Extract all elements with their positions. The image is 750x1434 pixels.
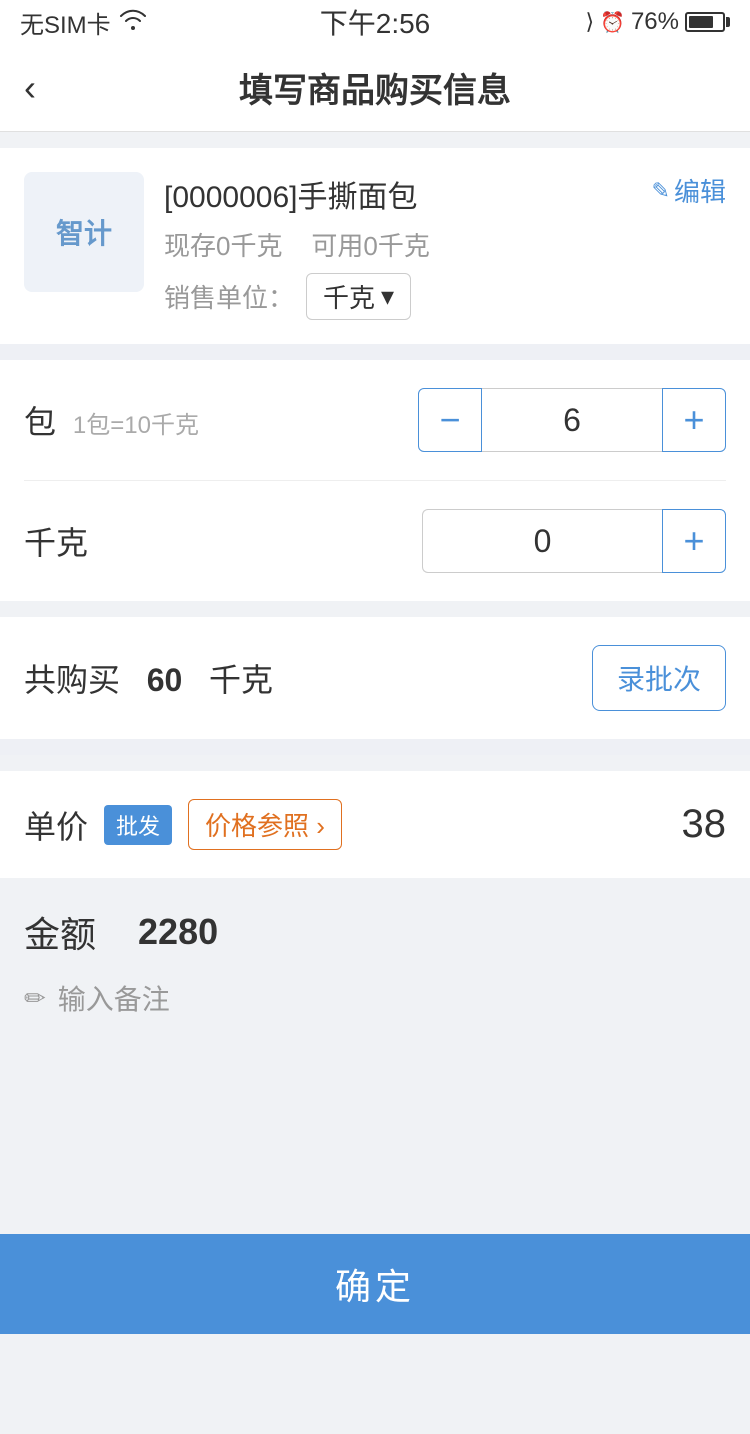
unit-label: 销售单位： [164, 278, 294, 315]
amount-label: 金额 [24, 906, 96, 958]
batch-button[interactable]: 录批次 [592, 645, 726, 711]
status-time: 下午2:56 [320, 2, 431, 42]
unit-dropdown-arrow: ▾ [381, 281, 394, 312]
product-logo: 智计 [56, 212, 112, 252]
kg-plus-button[interactable]: + [662, 509, 726, 573]
unit-value: 千克 [323, 278, 375, 315]
confirm-bar[interactable]: 确定 [0, 1234, 750, 1334]
price-section: 单价 批发 价格参照 › 38 [0, 771, 750, 878]
amount-row: 金额 2280 [24, 906, 726, 958]
product-code: [0000006]手撕面包 [164, 172, 726, 216]
status-bar: 无SIM卡 下午2:56 ⟩ ⏰ 76% [0, 0, 750, 44]
bao-label: 包 1包=10千克 [24, 397, 418, 443]
carrier-label: 无SIM卡 [20, 5, 111, 40]
total-text: 共购买 60 千克 [24, 655, 273, 701]
product-stock: 现存0千克 可用0千克 [164, 226, 726, 263]
remark-placeholder: 输入备注 [58, 978, 170, 1018]
status-left: 无SIM卡 [20, 5, 147, 40]
edit-icon: ✎ [652, 178, 670, 204]
price-label: 单价 [24, 802, 88, 848]
remark-icon: ✏ [24, 983, 46, 1014]
product-info: [0000006]手撕面包 现存0千克 可用0千克 销售单位： 千克 ▾ [164, 172, 726, 320]
amount-value: 2280 [138, 911, 218, 953]
remark-row[interactable]: ✏ 输入备注 [24, 978, 726, 1018]
location-icon: ⟩ [585, 9, 594, 35]
bao-input-row: 包 1包=10千克 − + [24, 360, 726, 481]
nav-bar: ‹ 填写商品购买信息 [0, 44, 750, 132]
edit-button[interactable]: ✎ 编辑 [652, 172, 726, 209]
total-section: 共购买 60 千克 录批次 [0, 617, 750, 739]
kg-value-input[interactable] [422, 509, 662, 573]
bao-sublabel: 1包=10千克 [73, 412, 199, 439]
confirm-button-label: 确定 [335, 1258, 415, 1310]
unit-select[interactable]: 千克 ▾ [306, 273, 411, 320]
stock-available: 可用0千克 [311, 231, 429, 261]
total-quantity: 60 [147, 662, 183, 698]
total-prefix: 共购买 [24, 662, 120, 698]
total-unit: 千克 [209, 662, 273, 698]
section-divider-2 [0, 739, 750, 755]
amount-section: 金额 2280 ✏ 输入备注 [0, 878, 750, 1034]
edit-label: 编辑 [674, 172, 726, 209]
battery-icon [685, 12, 730, 32]
bao-value-input[interactable] [482, 388, 662, 452]
price-ref-button[interactable]: 价格参照 › [188, 799, 342, 850]
product-unit-row: 销售单位： 千克 ▾ [164, 273, 726, 320]
wifi-icon [119, 8, 147, 37]
kg-input-controls: + [422, 509, 726, 573]
product-card: 智计 [0000006]手撕面包 现存0千克 可用0千克 销售单位： 千克 ▾ … [0, 148, 750, 344]
section-divider-1 [0, 344, 750, 360]
bao-plus-button[interactable]: + [662, 388, 726, 452]
back-button[interactable]: ‹ [24, 67, 36, 109]
battery-percent: 76% [631, 8, 679, 36]
alarm-icon: ⏰ [600, 10, 625, 35]
bao-minus-button[interactable]: − [418, 388, 482, 452]
price-value: 38 [682, 802, 727, 847]
kg-input-row: 千克 + [24, 481, 726, 601]
product-thumbnail: 智计 [24, 172, 144, 292]
input-section: 包 1包=10千克 − + 千克 + [0, 360, 750, 601]
status-right: ⟩ ⏰ 76% [585, 8, 730, 36]
kg-label: 千克 [24, 518, 422, 564]
bao-input-controls: − + [418, 388, 726, 452]
stock-current: 现存0千克 [164, 231, 282, 261]
price-tag: 批发 [104, 805, 172, 845]
page-title: 填写商品购买信息 [239, 63, 511, 112]
